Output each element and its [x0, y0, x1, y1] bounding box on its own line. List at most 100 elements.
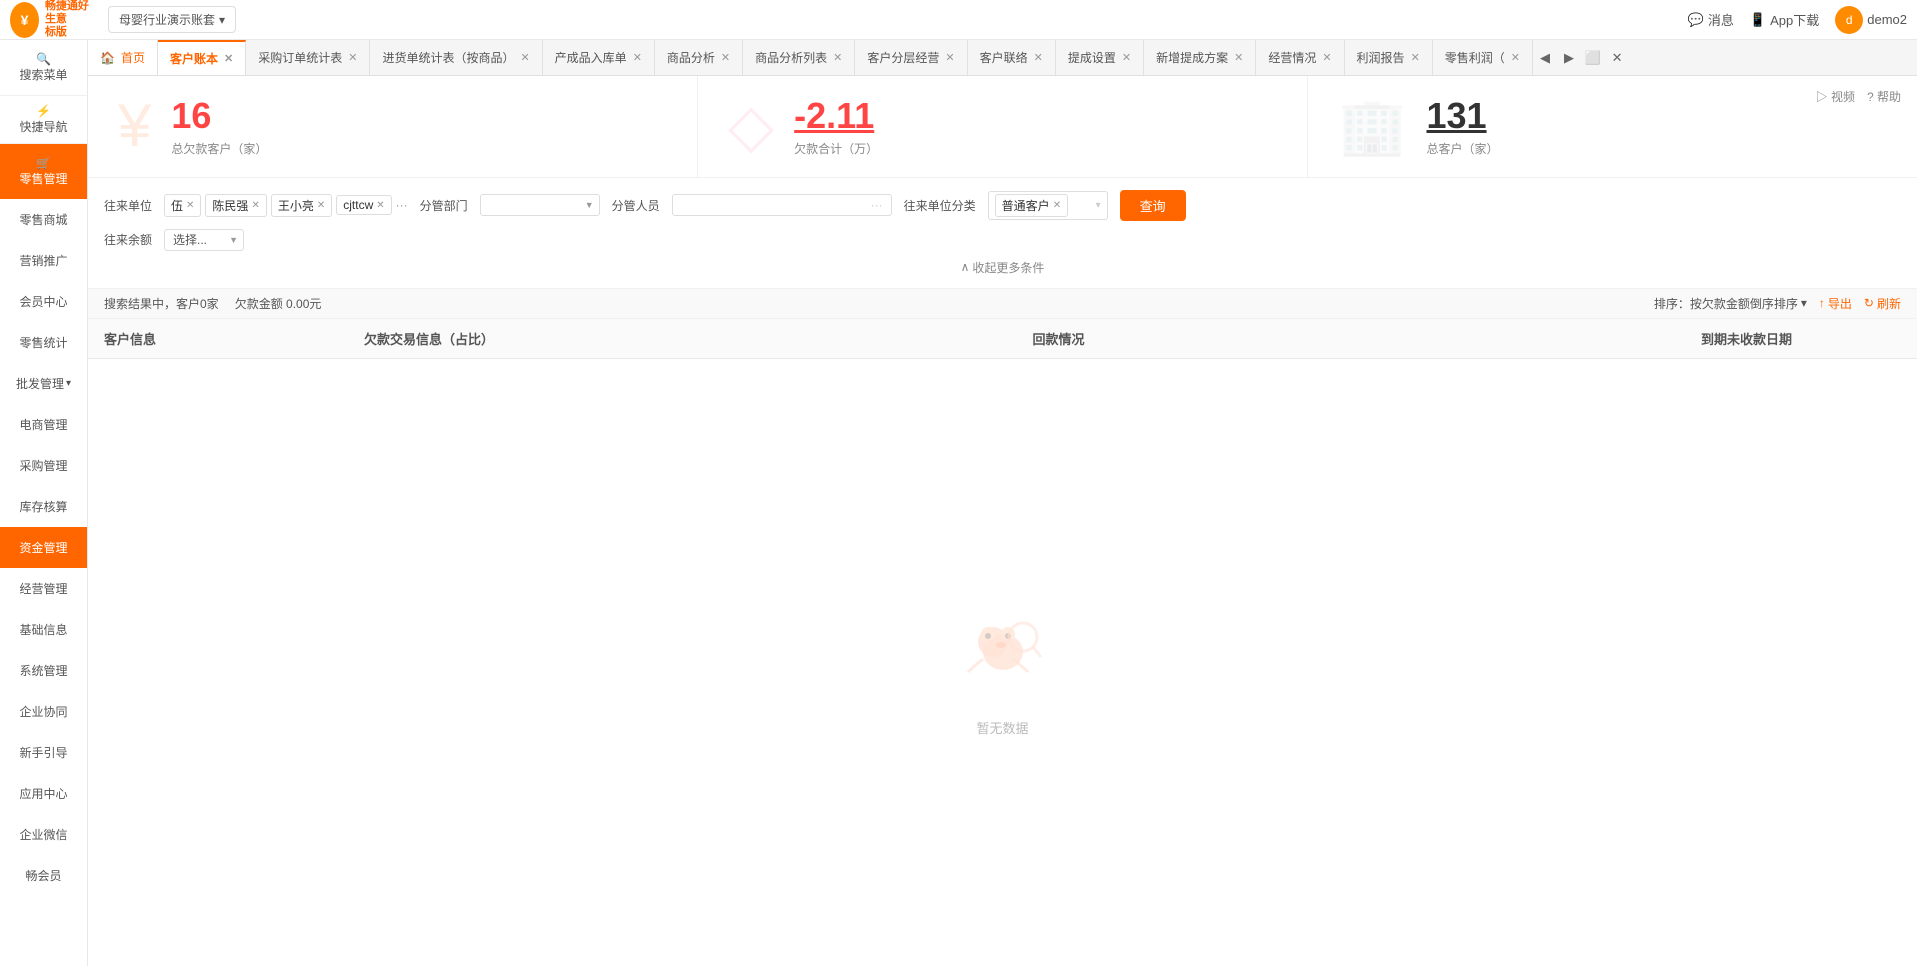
tab-product-analysis[interactable]: 商品分析 ✕	[655, 40, 743, 76]
tab-profit-report[interactable]: 利润报告 ✕	[1345, 40, 1433, 76]
dept-label: 分管部门	[420, 197, 468, 214]
sidebar-item-search[interactable]: 🔍 搜索菜单	[0, 40, 87, 96]
stat-debt-customers-label: 总欠款客户（家）	[171, 140, 267, 157]
tab-purchase-order[interactable]: 采购订单统计表 ✕	[246, 40, 370, 76]
tab-close-icon[interactable]: ✕	[1234, 51, 1243, 64]
tab-close-icon[interactable]: ✕	[1411, 51, 1420, 64]
dept-select[interactable]	[480, 194, 600, 216]
tab-add-commission[interactable]: 新增提成方案 ✕	[1144, 40, 1256, 76]
sidebar-item-quick-nav[interactable]: ⚡ 快捷导航	[0, 96, 87, 144]
unit-tag-cjttcw-close[interactable]: ✕	[376, 200, 384, 211]
sidebar-item-enterprise[interactable]: 企业协同	[0, 691, 87, 732]
sidebar-item-inventory[interactable]: 库存核算	[0, 486, 87, 527]
category-tag-close[interactable]: ✕	[1053, 200, 1061, 211]
collapse-button[interactable]: ∧ 收起更多条件	[961, 259, 1045, 276]
arrow-icon: ▾	[66, 378, 71, 389]
people-input[interactable]: ···	[672, 194, 892, 216]
tab-expand-btn[interactable]: ⬜	[1581, 40, 1605, 76]
category-select-field[interactable]: 普通客户 ✕ ▾	[988, 191, 1108, 220]
page-content: ¥ 16 总欠款客户（家） ◇ -2.11 欠款合计（万） 🏢	[88, 76, 1917, 966]
nav-icon: ⚡	[0, 104, 87, 118]
unit-tag-wu-close[interactable]: ✕	[186, 200, 194, 211]
sidebar-item-member2[interactable]: 畅会员	[0, 855, 87, 896]
sidebar-item-app-center[interactable]: 应用中心	[0, 773, 87, 814]
sidebar-item-wholesale[interactable]: 批发管理 ▾	[0, 363, 87, 404]
tab-close-icon[interactable]: ✕	[348, 51, 357, 64]
unit-tags: 伍 ✕ 陈民强 ✕ 王小亮 ✕ cjttcw ✕	[164, 194, 408, 217]
sidebar-item-retail-mgmt[interactable]: 🛒 零售管理	[0, 144, 87, 199]
sidebar-item-ecommerce[interactable]: 电商管理	[0, 404, 87, 445]
sidebar-item-retail-mall[interactable]: 零售商城	[0, 199, 87, 240]
sidebar-item-operation[interactable]: 经营管理	[0, 568, 87, 609]
sidebar-item-system[interactable]: 系统管理	[0, 650, 87, 691]
people-more-icon: ···	[871, 198, 883, 212]
sidebar-item-base-info[interactable]: 基础信息	[0, 609, 87, 650]
dept-select-wrapper	[480, 194, 600, 216]
sidebar-item-guide[interactable]: 新手引导	[0, 732, 87, 773]
table-col-debt-info: 欠款交易信息（占比）	[364, 329, 1033, 348]
unit-tag-wang-close[interactable]: ✕	[317, 200, 325, 211]
tab-close-icon[interactable]: ✕	[945, 51, 954, 64]
page-help-actions: ▷ 视频 ? 帮助	[1816, 88, 1901, 105]
tab-close-icon[interactable]: ✕	[1322, 51, 1331, 64]
empty-text: 暂无数据	[976, 718, 1028, 737]
tab-close-icon[interactable]: ✕	[224, 52, 233, 65]
tab-close-icon[interactable]: ✕	[833, 51, 842, 64]
sidebar-item-marketing[interactable]: 营销推广	[0, 240, 87, 281]
tab-inbound-stats[interactable]: 进货单统计表（按商品） ✕	[370, 40, 542, 76]
refresh-icon: ↻	[1864, 296, 1874, 310]
tab-home[interactable]: 🏠 首页	[88, 40, 158, 76]
tab-customer-layer[interactable]: 客户分层经营 ✕	[855, 40, 967, 76]
top-bar: ¥ 畅捷通好生意 标版 母婴行业演示账套 ▾ 💬 消息 📱 App下载 d de…	[0, 0, 1917, 40]
stat-debt-customers-text: 16 总欠款客户（家）	[171, 96, 267, 157]
sidebar-item-purchase[interactable]: 采购管理	[0, 445, 87, 486]
tab-close-icon[interactable]: ✕	[1122, 51, 1131, 64]
tab-retail-profit[interactable]: 零售利润（ ✕	[1433, 40, 1533, 76]
tab-close-icon[interactable]: ✕	[520, 51, 529, 64]
logo-area: ¥ 畅捷通好生意 标版	[10, 0, 98, 39]
export-icon: ↑	[1819, 296, 1825, 310]
avatar: d	[1835, 6, 1863, 34]
sidebar-item-wecom[interactable]: 企业微信	[0, 814, 87, 855]
unit-tag-cjttcw: cjttcw ✕	[336, 195, 391, 215]
category-tag-normal: 普通客户 ✕	[995, 194, 1068, 217]
unit-tag-chen: 陈民强 ✕	[205, 194, 266, 217]
message-btn[interactable]: 💬 消息	[1688, 10, 1734, 29]
table-col-repayment: 回款情况	[1033, 329, 1702, 348]
tab-customer-contact[interactable]: 客户联络 ✕	[968, 40, 1056, 76]
user-menu[interactable]: d demo2	[1835, 6, 1907, 34]
unit-label: 往来单位	[104, 197, 152, 214]
tab-nav-left[interactable]: ◀	[1533, 40, 1557, 76]
balance-select[interactable]: 选择...	[164, 229, 244, 251]
tab-product-inbound[interactable]: 产成品入库单 ✕	[543, 40, 655, 76]
export-button[interactable]: ↑ 导出	[1819, 295, 1852, 312]
tab-customer-ledger[interactable]: 客户账本 ✕	[158, 40, 246, 76]
tab-close-icon[interactable]: ✕	[721, 51, 730, 64]
stat-debt-amount-label: 欠款合计（万）	[794, 140, 878, 157]
help-btn[interactable]: ? 帮助	[1867, 88, 1901, 105]
unit-tags-more[interactable]: ···	[396, 198, 408, 212]
query-button[interactable]: 查询	[1120, 190, 1186, 221]
app-download-btn[interactable]: 📱 App下载	[1750, 10, 1819, 29]
table-body: 暂无数据	[88, 359, 1917, 966]
message-icon: 💬	[1688, 12, 1704, 28]
tab-business-status[interactable]: 经营情况 ✕	[1256, 40, 1344, 76]
sidebar-item-finance[interactable]: 资金管理	[0, 527, 87, 568]
tab-commission-settings[interactable]: 提成设置 ✕	[1056, 40, 1144, 76]
sidebar-item-member[interactable]: 会员中心	[0, 281, 87, 322]
tab-close-icon[interactable]: ✕	[1034, 51, 1043, 64]
tab-product-analysis-list[interactable]: 商品分析列表 ✕	[743, 40, 855, 76]
account-selector[interactable]: 母婴行业演示账套 ▾	[108, 6, 236, 33]
unit-tag-chen-close[interactable]: ✕	[251, 200, 259, 211]
sidebar-item-retail-stats[interactable]: 零售统计	[0, 322, 87, 363]
video-btn[interactable]: ▷ 视频	[1816, 88, 1855, 105]
sort-dropdown[interactable]: 排序：按欠款金额倒序排序 ▾	[1654, 295, 1807, 312]
stat-total-customers: 🏢 131 总客户（家） ▷ 视频 ? 帮助	[1308, 76, 1917, 177]
tab-close-icon[interactable]: ✕	[633, 51, 642, 64]
tab-close-icon[interactable]: ✕	[1511, 51, 1520, 64]
tab-nav-right[interactable]: ▶	[1557, 40, 1581, 76]
refresh-button[interactable]: ↻ 刷新	[1864, 295, 1901, 312]
filter-row-1: 往来单位 伍 ✕ 陈民强 ✕ 王小亮 ✕	[104, 190, 1901, 221]
tab-close-all-btn[interactable]: ✕	[1605, 40, 1629, 76]
stat-total-customers-label: 总客户（家）	[1426, 140, 1498, 157]
